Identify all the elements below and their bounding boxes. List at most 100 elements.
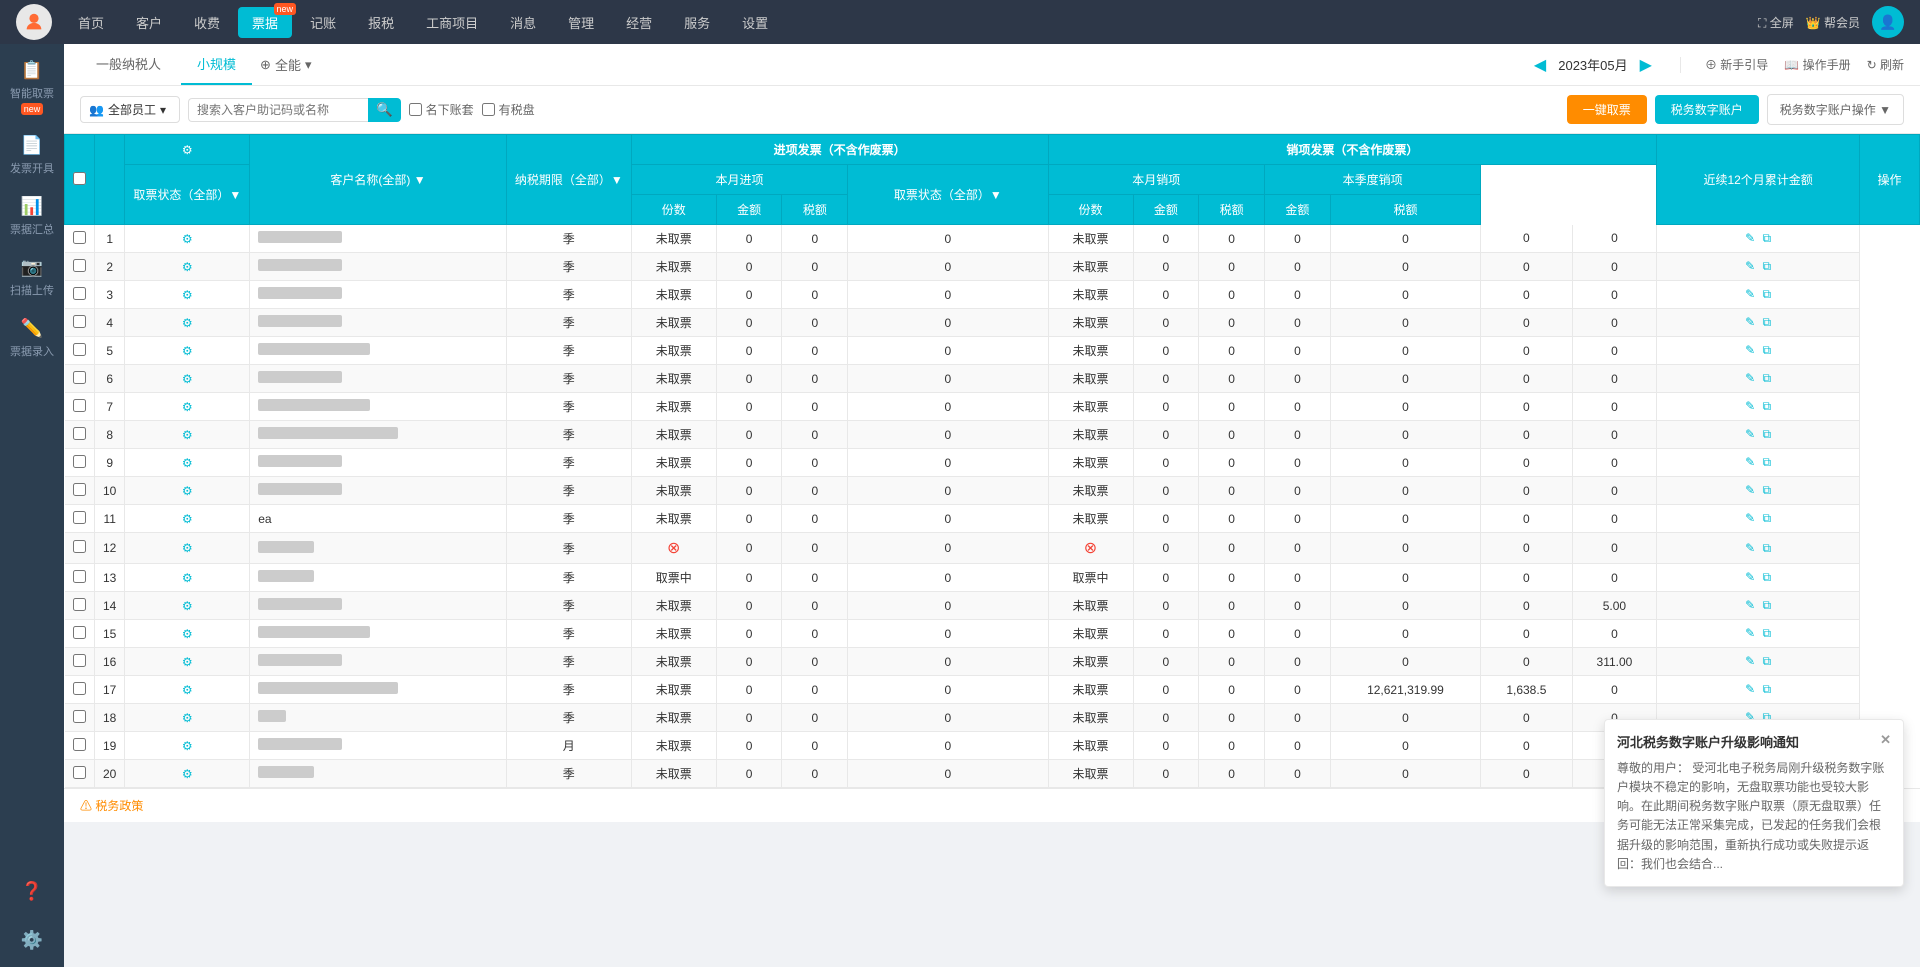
tax-policy-link[interactable]: ⚠ 税务政策 <box>80 797 143 814</box>
row-checkbox[interactable] <box>73 598 86 611</box>
vip-btn[interactable]: 👑 帮会员 <box>1806 14 1860 31</box>
refresh-btn[interactable]: ↻ 刷新 <box>1867 56 1904 73</box>
sidebar-item-ticket-summary[interactable]: 📊 票据汇总 <box>4 188 60 245</box>
row-edit-btn[interactable]: ✎ <box>1745 654 1755 668</box>
row-copy-btn[interactable]: ⧉ <box>1763 259 1772 273</box>
accounts-checkbox[interactable] <box>409 103 422 116</box>
row-checkbox[interactable] <box>73 766 86 779</box>
row-copy-btn[interactable]: ⧉ <box>1763 343 1772 357</box>
operation-manual[interactable]: 📖 操作手册 <box>1784 56 1850 73</box>
checkbox-accounts[interactable]: 名下账套 <box>409 101 474 118</box>
row-edit-btn[interactable]: ✎ <box>1745 315 1755 329</box>
one-click-ticket-btn[interactable]: 一键取票 <box>1567 95 1647 124</box>
row-edit-btn[interactable]: ✎ <box>1745 231 1755 245</box>
nav-management[interactable]: 管理 <box>554 7 608 38</box>
tab-general-taxpayer[interactable]: 一般纳税人 <box>80 44 177 85</box>
notification-close-btn[interactable]: ✕ <box>1880 732 1891 751</box>
row-edit-btn[interactable]: ✎ <box>1745 511 1755 525</box>
th-customer-name[interactable]: 客户名称(全部) ▼ <box>250 135 507 225</box>
row-edit-btn[interactable]: ✎ <box>1745 682 1755 696</box>
row-checkbox[interactable] <box>73 343 86 356</box>
nav-tickets[interactable]: 票据 new <box>238 7 292 38</box>
row-checkbox[interactable] <box>73 540 86 553</box>
sidebar-item-smart-ticket[interactable]: 📋 智能取票 new <box>4 52 60 123</box>
tab-small-scale[interactable]: 小规模 <box>181 44 252 85</box>
row-checkbox[interactable] <box>73 570 86 583</box>
th-fetch-status-out[interactable]: 取票状态（全部）▼ <box>848 165 1048 225</box>
row-checkbox[interactable] <box>73 315 86 328</box>
sidebar-item-settings-bottom[interactable]: ⚙️ <box>4 922 60 959</box>
row-copy-btn[interactable]: ⧉ <box>1763 231 1772 245</box>
row-edit-btn[interactable]: ✎ <box>1745 287 1755 301</box>
sidebar-item-invoice-issue[interactable]: 📄 发票开具 <box>4 127 60 184</box>
date-prev-btn[interactable]: ◀ <box>1530 51 1550 79</box>
row-checkbox[interactable] <box>73 399 86 412</box>
row-copy-btn[interactable]: ⧉ <box>1763 315 1772 329</box>
fullscreen-btn[interactable]: ⛶ 全屏 <box>1758 14 1794 31</box>
row-edit-btn[interactable]: ✎ <box>1745 399 1755 413</box>
row-copy-btn[interactable]: ⧉ <box>1763 287 1772 301</box>
nav-accounting[interactable]: 记账 <box>296 7 350 38</box>
row-edit-btn[interactable]: ✎ <box>1745 427 1755 441</box>
row-copy-btn[interactable]: ⧉ <box>1763 455 1772 469</box>
row-copy-btn[interactable]: ⧉ <box>1763 654 1772 668</box>
row-edit-btn[interactable]: ✎ <box>1745 570 1755 584</box>
row-copy-btn[interactable]: ⧉ <box>1763 483 1772 497</box>
row-checkbox[interactable] <box>73 710 86 723</box>
row-edit-btn[interactable]: ✎ <box>1745 626 1755 640</box>
checkbox-tax-disk[interactable]: 有税盘 <box>482 101 535 118</box>
th-tax-period[interactable]: 纳税期限（全部）▼ <box>506 135 631 225</box>
tax-disk-checkbox[interactable] <box>482 103 495 116</box>
row-copy-btn[interactable]: ⧉ <box>1763 682 1772 696</box>
row-checkbox[interactable] <box>73 231 86 244</box>
nav-operations[interactable]: 经营 <box>612 7 666 38</box>
search-input[interactable] <box>188 98 368 122</box>
row-checkbox[interactable] <box>73 511 86 524</box>
row-checkbox[interactable] <box>73 654 86 667</box>
nav-tax[interactable]: 报税 <box>354 7 408 38</box>
new-user-guide[interactable]: ⊕ 新手引导 <box>1705 56 1768 73</box>
nav-customer[interactable]: 客户 <box>122 7 176 38</box>
row-copy-btn[interactable]: ⧉ <box>1763 511 1772 525</box>
row-copy-btn[interactable]: ⧉ <box>1763 570 1772 584</box>
row-checkbox[interactable] <box>73 626 86 639</box>
row-copy-btn[interactable]: ⧉ <box>1763 598 1772 612</box>
row-checkbox[interactable] <box>73 371 86 384</box>
row-edit-btn[interactable]: ✎ <box>1745 455 1755 469</box>
nav-business[interactable]: 工商项目 <box>412 7 492 38</box>
row-edit-btn[interactable]: ✎ <box>1745 371 1755 385</box>
sidebar-item-help[interactable]: ❓ <box>4 873 60 910</box>
employee-select[interactable]: 👥 全部员工 ▾ <box>80 96 180 123</box>
row-checkbox[interactable] <box>73 259 86 272</box>
row-edit-btn[interactable]: ✎ <box>1745 259 1755 273</box>
sidebar-item-scan-upload[interactable]: 📷 扫描上传 <box>4 249 60 306</box>
row-edit-btn[interactable]: ✎ <box>1745 541 1755 555</box>
row-edit-btn[interactable]: ✎ <box>1745 598 1755 612</box>
nav-settings[interactable]: 设置 <box>728 7 782 38</box>
sidebar-item-ticket-entry[interactable]: ✏️ 票据录入 <box>4 310 60 367</box>
nav-billing[interactable]: 收费 <box>180 7 234 38</box>
tax-digital-account-btn[interactable]: 税务数字账户 <box>1655 95 1759 124</box>
tab-all-capable[interactable]: ⊕全能 ▾ <box>260 55 311 74</box>
row-copy-btn[interactable]: ⧉ <box>1763 371 1772 385</box>
date-next-btn[interactable]: ▶ <box>1636 51 1656 79</box>
row-checkbox[interactable] <box>73 738 86 751</box>
user-avatar[interactable]: 👤 <box>1872 6 1904 38</box>
row-copy-btn[interactable]: ⧉ <box>1763 626 1772 640</box>
tax-digital-ops-btn[interactable]: 税务数字账户操作 ▼ <box>1767 94 1904 125</box>
row-edit-btn[interactable]: ✎ <box>1745 343 1755 357</box>
nav-home[interactable]: 首页 <box>64 7 118 38</box>
row-edit-btn[interactable]: ✎ <box>1745 483 1755 497</box>
row-copy-btn[interactable]: ⧉ <box>1763 541 1772 555</box>
row-checkbox[interactable] <box>73 483 86 496</box>
search-button[interactable]: 🔍 <box>368 98 401 122</box>
row-checkbox[interactable] <box>73 287 86 300</box>
row-copy-btn[interactable]: ⧉ <box>1763 399 1772 413</box>
nav-messages[interactable]: 消息 <box>496 7 550 38</box>
row-checkbox[interactable] <box>73 455 86 468</box>
th-fetch-status-in[interactable]: 取票状态（全部）▼ <box>125 165 250 225</box>
nav-services[interactable]: 服务 <box>670 7 724 38</box>
row-checkbox[interactable] <box>73 682 86 695</box>
row-checkbox[interactable] <box>73 427 86 440</box>
row-copy-btn[interactable]: ⧉ <box>1763 427 1772 441</box>
